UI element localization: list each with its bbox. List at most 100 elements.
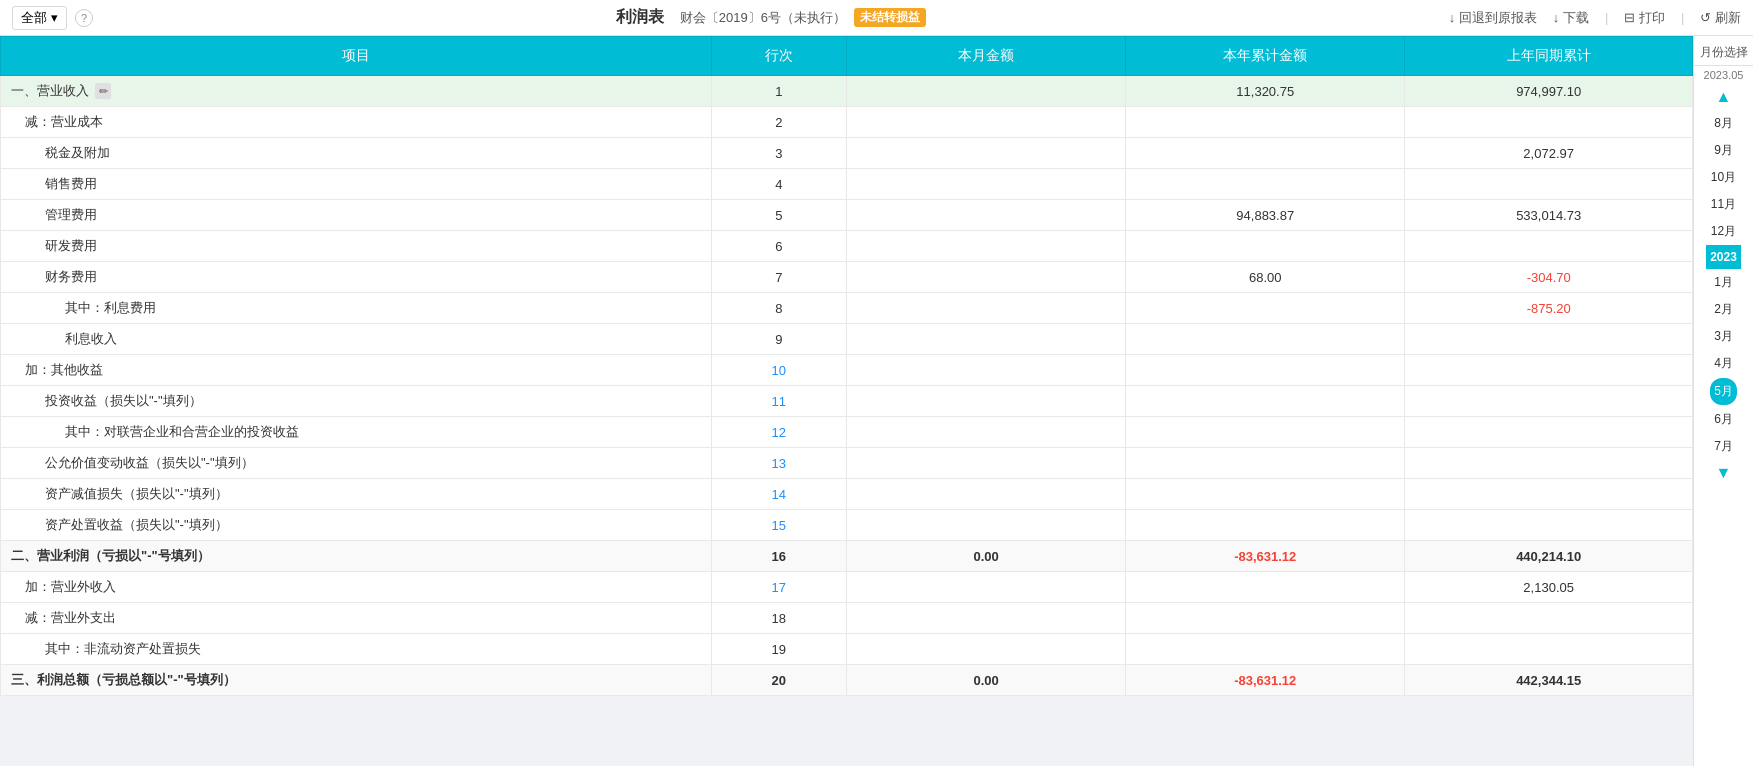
top-bar-right: ↓ 回退到原报表 ↓ 下载 | ⊟ 打印 | ↺ 刷新 [1449,9,1741,27]
ytd-cell: 11,320.75 [1126,76,1405,107]
month-item[interactable]: 7月 [1706,433,1741,460]
ytd-cell [1126,293,1405,324]
scroll-down-arrow[interactable]: ▼ [1712,460,1736,486]
current-month-cell [847,107,1126,138]
row-number-cell: 2 [711,107,846,138]
prev-period-cell: 2,072.97 [1405,138,1693,169]
prev-period-cell: -875.20 [1405,293,1693,324]
prev-period-cell: -304.70 [1405,262,1693,293]
month-item[interactable]: 4月 [1706,350,1741,377]
month-item[interactable]: 3月 [1706,323,1741,350]
current-month-cell [847,510,1126,541]
scroll-up-arrow[interactable]: ▲ [1712,84,1736,110]
current-month-cell: 0.00 [847,541,1126,572]
row-number-cell: 6 [711,231,846,262]
item-cell: 资产减值损失（损失以"-"填列） [1,479,712,510]
top-bar-left: 全部 ▾ ? [12,6,93,30]
table-area: 项目 行次 本月金额 本年累计金额 上年同期累计 一、营业收入✏111,320.… [0,36,1693,766]
row-number-cell: 4 [711,169,846,200]
month-item[interactable]: 9月 [1706,137,1741,164]
current-month-cell [847,293,1126,324]
sidebar-title: 月份选择 [1694,40,1753,66]
prev-period-cell [1405,169,1693,200]
table-row: 一、营业收入✏111,320.75974,997.10 [1,76,1693,107]
print-button[interactable]: ⊟ 打印 [1624,9,1665,27]
ytd-cell [1126,572,1405,603]
top-bar: 全部 ▾ ? 利润表 财会〔2019〕6号（未执行） 未结转损益 ↓ 回退到原报… [0,0,1753,36]
ytd-cell [1126,231,1405,262]
current-month-cell [847,479,1126,510]
month-item[interactable]: 5月 [1710,378,1737,405]
row-number-cell: 5 [711,200,846,231]
month-item[interactable]: 11月 [1706,191,1741,218]
table-row: 加：营业外收入172,130.05 [1,572,1693,603]
month-item[interactable]: 1月 [1706,269,1741,296]
back-button[interactable]: ↓ 回退到原报表 [1449,9,1537,27]
table-row: 管理费用594,883.87533,014.73 [1,200,1693,231]
prev-period-cell: 440,214.10 [1405,541,1693,572]
ytd-cell [1126,603,1405,634]
month-item[interactable]: 12月 [1706,218,1741,245]
item-cell: 资产处置收益（损失以"-"填列） [1,510,712,541]
current-month-cell [847,386,1126,417]
prev-period-cell: 533,014.73 [1405,200,1693,231]
item-cell: 其中：非流动资产处置损失 [1,634,712,665]
item-cell: 三、利润总额（亏损总额以"-"号填列） [1,665,712,696]
item-cell: 财务费用 [1,262,712,293]
month-item[interactable]: 2023 [1706,245,1741,269]
prev-period-cell [1405,324,1693,355]
item-cell: 管理费用 [1,200,712,231]
top-bar-center: 利润表 财会〔2019〕6号（未执行） 未结转损益 [616,7,926,28]
refresh-button[interactable]: ↺ 刷新 [1700,9,1741,27]
ytd-cell [1126,448,1405,479]
current-month-cell: 0.00 [847,665,1126,696]
month-item[interactable]: 6月 [1706,406,1741,433]
table-row: 减：营业成本2 [1,107,1693,138]
prev-period-cell: 442,344.15 [1405,665,1693,696]
current-month-cell [847,572,1126,603]
col-header-item: 项目 [1,37,712,76]
table-row: 财务费用768.00-304.70 [1,262,1693,293]
month-item[interactable]: 2月 [1706,296,1741,323]
ytd-cell [1126,386,1405,417]
item-cell: 减：营业成本 [1,107,712,138]
scope-dropdown[interactable]: 全部 ▾ [12,6,67,30]
item-cell: 加：营业外收入 [1,572,712,603]
current-month-cell [847,417,1126,448]
col-header-ytd: 本年累计金额 [1126,37,1405,76]
ytd-cell [1126,107,1405,138]
table-row: 二、营业利润（亏损以"-"号填列）160.00-83,631.12440,214… [1,541,1693,572]
prev-period-cell [1405,603,1693,634]
ytd-cell [1126,634,1405,665]
prev-period-cell [1405,510,1693,541]
prev-period-cell [1405,448,1693,479]
help-icon[interactable]: ? [75,9,93,27]
ytd-cell: 68.00 [1126,262,1405,293]
table-row: 投资收益（损失以"-"填列）11 [1,386,1693,417]
table-row: 公允价值变动收益（损失以"-"填列）13 [1,448,1693,479]
current-month-cell [847,355,1126,386]
item-cell: 减：营业外支出 [1,603,712,634]
row-number-cell: 14 [711,479,846,510]
prev-period-cell [1405,634,1693,665]
current-month-cell [847,169,1126,200]
row-number-cell: 16 [711,541,846,572]
edit-icon[interactable]: ✏ [95,83,111,99]
prev-period-cell [1405,386,1693,417]
prev-period-cell [1405,107,1693,138]
row-number-cell: 3 [711,138,846,169]
current-month-cell [847,200,1126,231]
item-cell: 二、营业利润（亏损以"-"号填列） [1,541,712,572]
ytd-cell [1126,417,1405,448]
item-cell: 公允价值变动收益（损失以"-"填列） [1,448,712,479]
item-cell: 研发费用 [1,231,712,262]
col-header-current: 本月金额 [847,37,1126,76]
month-item[interactable]: 10月 [1706,164,1741,191]
col-header-row: 行次 [711,37,846,76]
ytd-cell [1126,355,1405,386]
month-item[interactable]: 8月 [1706,110,1741,137]
item-cell: 一、营业收入✏ [1,76,712,107]
report-title: 利润表 [616,7,664,28]
download-button[interactable]: ↓ 下载 [1553,9,1589,27]
col-header-prev: 上年同期累计 [1405,37,1693,76]
